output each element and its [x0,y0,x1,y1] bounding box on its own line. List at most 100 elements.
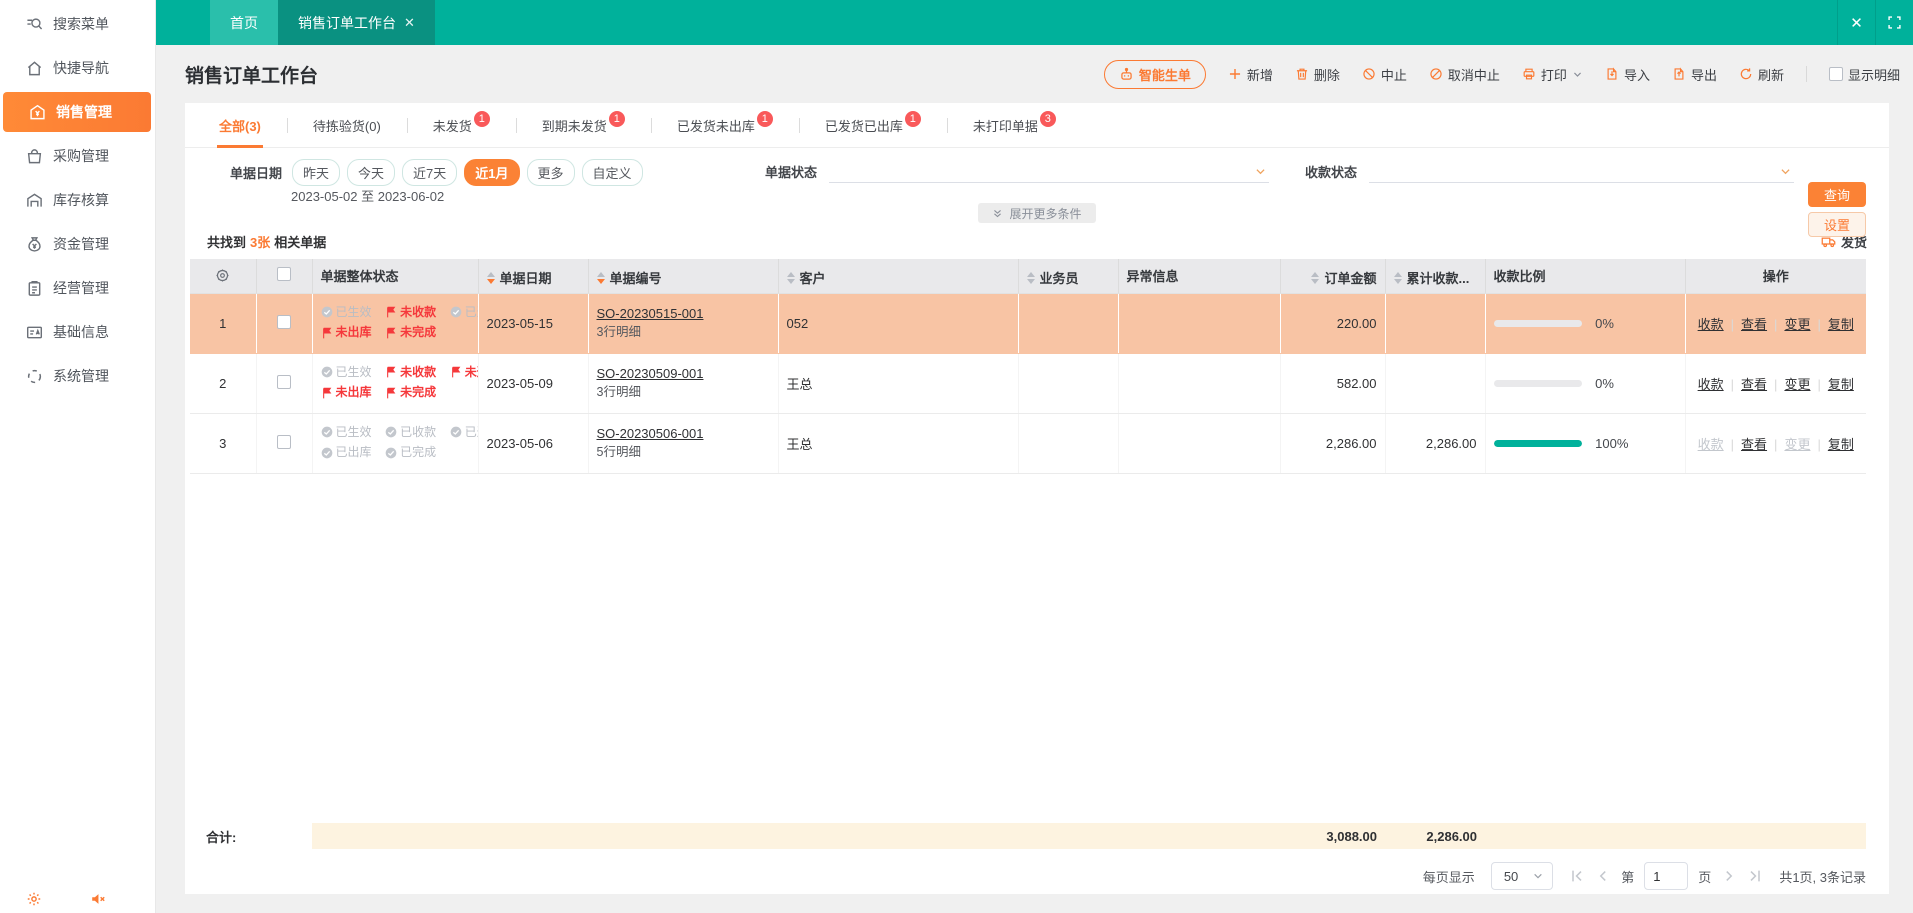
tab-close-icon[interactable]: ✕ [404,15,415,31]
sidebar-item-base-info[interactable]: 基础信息 [0,312,151,352]
filter-tab-unshipped[interactable]: 未发货 1 [406,103,516,148]
sidebar-item-inventory[interactable]: 库存核算 [0,180,151,220]
filter-tab-picking[interactable]: 待拣验货(0) [286,103,407,148]
column-settings-header[interactable] [190,259,257,294]
sort-icon[interactable] [486,271,495,284]
sort-icon[interactable] [1311,271,1320,284]
order-status-select[interactable] [829,159,1270,183]
sidebar-item-purchase[interactable]: 采购管理 [0,136,151,176]
sort-icon[interactable] [596,271,605,284]
header-salesman[interactable]: 业务员 [1018,259,1119,294]
sort-icon[interactable] [786,271,795,284]
sort-icon[interactable] [1393,271,1402,284]
pill-more[interactable]: 更多 [526,159,575,186]
print-button[interactable]: 打印 [1522,65,1583,84]
window-close-icon[interactable]: ✕ [1837,0,1875,45]
header-status[interactable]: 单据整体状态 [312,259,479,294]
copy-action[interactable]: 复制 [1828,317,1854,332]
collect-action[interactable]: 收款 [1698,377,1724,392]
next-page-icon[interactable] [1721,868,1737,884]
pill-last7days[interactable]: 近7天 [402,159,458,186]
total-label: 合计: [190,823,312,849]
view-action[interactable]: 查看 [1741,377,1767,392]
header-received[interactable]: 累计收款... [1385,259,1486,294]
table-row[interactable]: 3 已生效 已收款 已通 已出库 已完成 2023-05-06 [190,413,1866,474]
pill-custom[interactable]: 自定义 [581,159,643,186]
view-action[interactable]: 查看 [1741,317,1767,332]
pill-yesterday[interactable]: 昨天 [292,159,341,186]
header-order-no[interactable]: 单据编号 [588,259,779,294]
show-detail-checkbox[interactable] [1828,67,1843,81]
row-actions: 收款 | 查看 | 变更 | 复制 [1685,293,1866,354]
row-select[interactable] [256,293,313,354]
row-select[interactable] [256,413,313,474]
first-page-icon[interactable] [1569,868,1585,884]
tab-home[interactable]: 首页 [210,0,278,45]
sidebar-item-system[interactable]: 系统管理 [0,356,151,396]
show-detail-label: 显示明细 [1847,67,1900,83]
sidebar-item-sales[interactable]: 销售管理 [3,92,151,132]
change-action[interactable]: 变更 [1784,377,1810,392]
collect-action-disabled: 收款 [1697,436,1724,452]
last-page-icon[interactable] [1747,868,1763,884]
page-number-input[interactable] [1644,862,1689,890]
smart-create-button[interactable]: 智能生单 [1103,59,1206,89]
gear-icon[interactable] [198,268,248,283]
sort-icon[interactable] [1026,271,1035,284]
pill-today[interactable]: 今天 [347,159,396,186]
select-all-checkbox[interactable] [277,267,291,282]
order-number-link[interactable]: SO-20230515-001 [597,305,770,323]
refresh-button[interactable]: 刷新 [1739,65,1784,84]
badge-label: 未出库 [335,385,372,399]
header-date[interactable]: 单据日期 [478,259,589,294]
row-checkbox[interactable] [277,314,291,329]
table-row[interactable]: 2 已生效 未收款 未通 未出库 未完成 2023-05-09 [190,353,1866,414]
change-action[interactable]: 变更 [1784,317,1810,332]
import-button[interactable]: 导入 [1605,65,1650,84]
select-all-header[interactable] [256,259,313,294]
pill-last-month[interactable]: 近1月 [464,159,520,186]
row-checkbox[interactable] [277,434,291,449]
order-number-link[interactable]: SO-20230509-001 [597,365,770,383]
view-action[interactable]: 查看 [1741,437,1767,452]
filter-tab-shipped-out[interactable]: 已发货已出库 1 [798,103,947,148]
row-checkbox[interactable] [277,374,291,389]
show-detail-toggle[interactable]: 显示明细 [1828,65,1900,84]
order-status-label: 单据状态 [765,165,818,180]
filter-tab-all[interactable]: 全部(3) [193,103,287,148]
delete-button[interactable]: 删除 [1295,65,1340,84]
filter-tab-overdue-unshipped[interactable]: 到期未发货 1 [515,103,651,148]
export-button[interactable]: 导出 [1672,65,1717,84]
prev-page-icon[interactable] [1595,868,1611,884]
expand-more-button[interactable]: 展开更多条件 [978,203,1096,223]
settings-button[interactable]: 设置 [1808,212,1866,237]
progress-bar [1493,440,1582,448]
fullscreen-icon[interactable] [1875,0,1913,45]
cancel-abort-button[interactable]: 取消中止 [1429,65,1500,84]
row-select[interactable] [256,353,313,414]
add-button[interactable]: 新增 [1228,65,1273,84]
tab-sales-order-workbench[interactable]: 销售订单工作台 ✕ [278,0,435,45]
collect-action[interactable]: 收款 [1698,317,1724,332]
sidebar-item-operations[interactable]: 经营管理 [0,268,151,308]
copy-action[interactable]: 复制 [1828,437,1854,452]
sidebar-item-quick-nav[interactable]: 快捷导航 [0,48,151,88]
progress-bar [1493,320,1582,328]
copy-action[interactable]: 复制 [1828,377,1854,392]
audio-mute-icon[interactable] [90,891,106,907]
settings-gear-icon[interactable] [26,891,42,907]
table-row[interactable]: 1 已生效 未收款 已通 未出库 未完成 2023-05-15 [190,293,1866,354]
query-button[interactable]: 查询 [1808,182,1866,207]
order-number-link[interactable]: SO-20230506-001 [597,425,770,443]
sidebar-item-search-menu[interactable]: 搜索菜单 [0,4,151,44]
row-date: 2023-05-15 [478,293,589,354]
header-customer[interactable]: 客户 [778,259,1019,294]
sidebar-item-funds[interactable]: 资金管理 [0,224,151,264]
status-filter-tabs: 全部(3) 待拣验货(0) 未发货 1 到期未发货 1 已发货未出库 1 已发货已出库… [185,103,1889,148]
filter-tab-unprinted[interactable]: 未打印单据 3 [946,103,1082,148]
abort-button[interactable]: 中止 [1362,65,1407,84]
header-amount[interactable]: 订单金额 [1280,259,1386,294]
payment-status-select[interactable] [1369,159,1795,183]
filter-tab-shipped-not-out[interactable]: 已发货未出库 1 [650,103,799,148]
per-page-select[interactable]: 50 [1490,862,1554,890]
